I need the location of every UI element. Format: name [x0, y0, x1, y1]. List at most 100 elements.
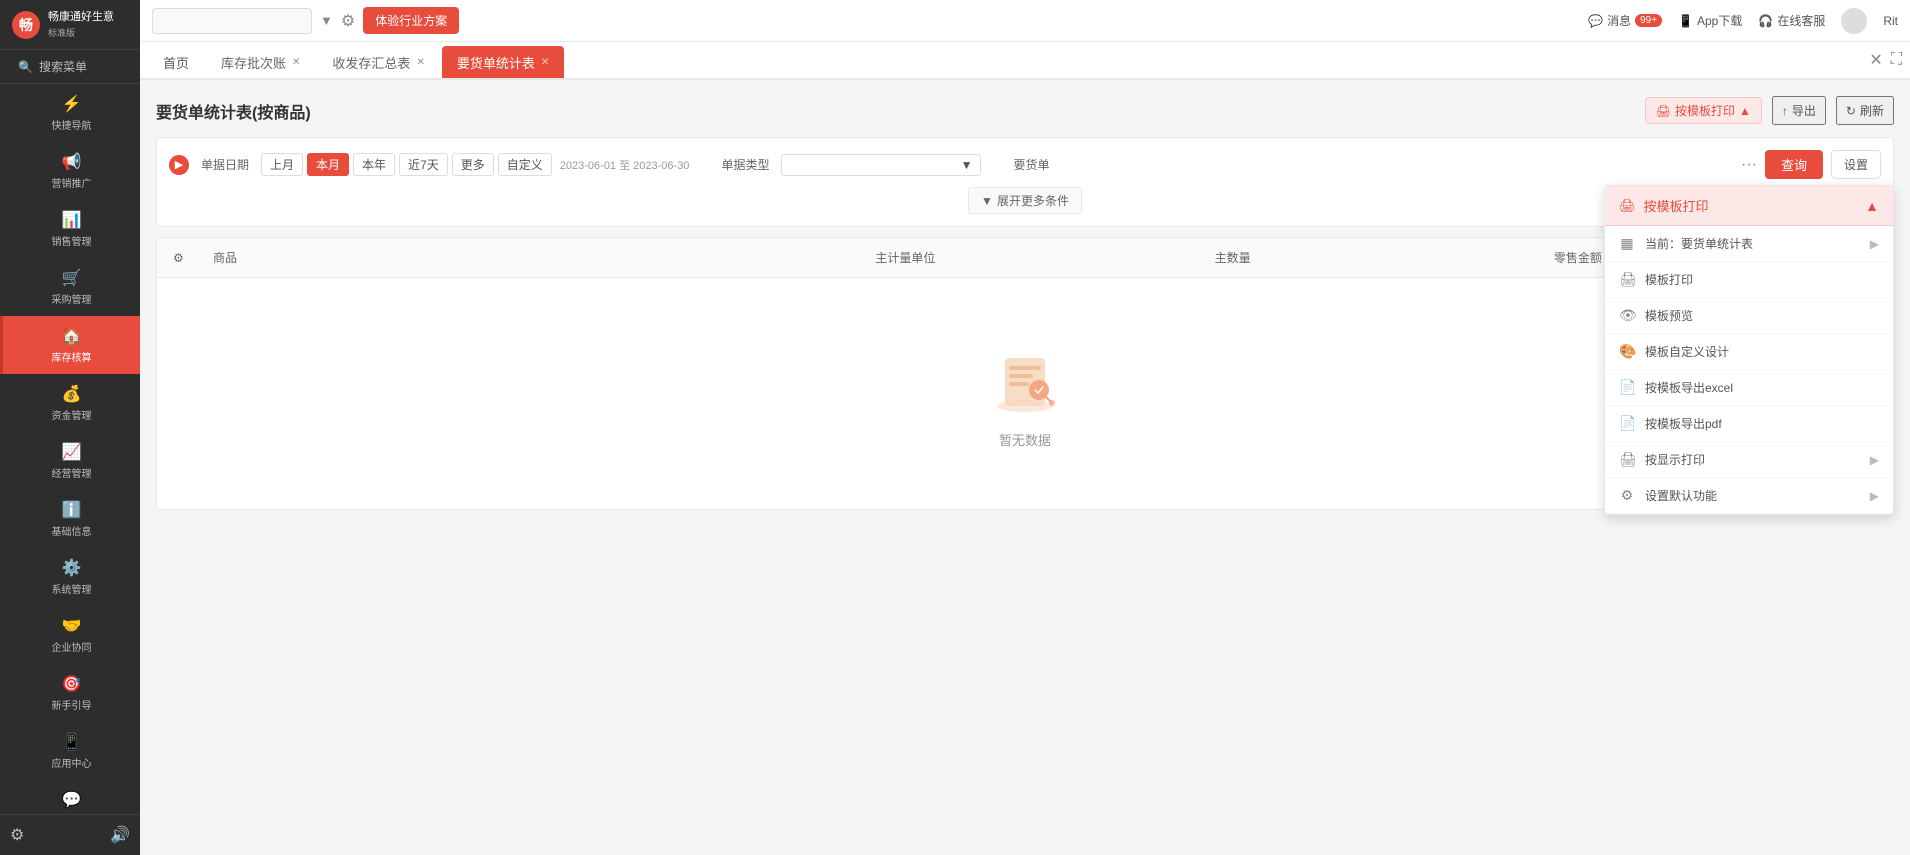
app-name: 畅康通好生意 — [48, 10, 114, 25]
display-print-arrow: ▶ — [1870, 453, 1879, 467]
dropdown-template-print[interactable]: 🖨 模板打印 — [1605, 262, 1893, 298]
sidebar-item-basic[interactable]: ℹ️ 基础信息 — [0, 490, 140, 548]
display-print-left: 🖨 按显示打印 — [1619, 451, 1705, 468]
tab-home-label: 首页 — [163, 53, 189, 72]
online-service-item[interactable]: 🎧 在线客服 — [1758, 12, 1825, 29]
tab-order-stats[interactable]: 要货单统计表 ✕ — [442, 46, 564, 78]
dropdown-template-preview[interactable]: 👁 模板预览 — [1605, 298, 1893, 334]
filter-more-options-button[interactable]: ··· — [1741, 156, 1757, 174]
system-label: 系统管理 — [52, 581, 92, 596]
date-range-display: 2023-06-01 至 2023-06-30 — [560, 157, 690, 173]
sidebar-logo: 畅 畅康通好生意 标准版 — [0, 0, 140, 50]
template-print-label: 模板打印 — [1645, 271, 1693, 288]
wechat-icon: 💬 — [62, 790, 82, 810]
tabbar: 首页 库存批次账 ✕ 收发存汇总表 ✕ 要货单统计表 ✕ ✕ ⛶ — [140, 42, 1910, 80]
sidebar-nav: ⚡ 快捷导航 📢 营销推广 📊 销售管理 🛒 采购管理 🏠 库存核算 💰 资金管… — [0, 84, 140, 814]
sidebar-item-wechat[interactable]: 💬 企业微信 — [0, 780, 140, 814]
sidebar-item-finance[interactable]: 💰 资金管理 — [0, 374, 140, 432]
expand-conditions-button[interactable]: ▼ 展开更多条件 — [968, 187, 1082, 214]
basic-label: 基础信息 — [52, 523, 92, 538]
sidebar-item-operations[interactable]: 📈 经营管理 — [0, 432, 140, 490]
topbar-search-input[interactable] — [152, 8, 312, 34]
content-area: 要货单统计表(按商品) 🖨 按模板打印 ▲ ↑ 导出 ↻ 刷新 — [140, 80, 1910, 855]
search-menu[interactable]: 🔍 搜索菜单 — [0, 50, 140, 84]
default-fn-label: 设置默认功能 — [1645, 487, 1717, 504]
display-print-icon: 🖨 — [1619, 451, 1635, 468]
date-current-month-btn[interactable]: 本月 — [307, 153, 349, 176]
tab-home[interactable]: 首页 — [148, 46, 204, 78]
finance-icon: 💰 — [62, 384, 82, 404]
tab-order-stats-close[interactable]: ✕ — [541, 57, 549, 68]
sidebar-item-purchase[interactable]: 🛒 采购管理 — [0, 258, 140, 316]
newbie-label: 新手引导 — [52, 697, 92, 712]
export-button[interactable]: ↑ 导出 — [1772, 96, 1826, 125]
th-qty: 主数量 — [1207, 249, 1546, 266]
topbar-settings-icon[interactable]: ⚙ — [341, 11, 355, 31]
dropdown-up-chevron[interactable]: ▲ — [1865, 198, 1879, 214]
filter-right-actions: ··· 查询 设置 — [1741, 150, 1881, 179]
date-prev-month-btn[interactable]: 上月 — [261, 153, 303, 176]
tab-fullscreen-button[interactable]: ⛶ — [1891, 50, 1902, 70]
dropdown-header: 🖨 按模板打印 ▲ — [1605, 186, 1893, 226]
inventory-icon: 🏠 — [62, 326, 82, 346]
tab-inventory-batch[interactable]: 库存批次账 ✕ — [206, 46, 315, 78]
sidebar-item-sales[interactable]: 📊 销售管理 — [0, 200, 140, 258]
purchase-label: 采购管理 — [52, 291, 92, 306]
user-avatar[interactable] — [1841, 8, 1867, 34]
newbie-icon: 🎯 — [62, 674, 82, 694]
order-goods-label: 要货单 — [1013, 156, 1049, 173]
sidebar-item-enterprise[interactable]: 🤝 企业协同 — [0, 606, 140, 664]
sidebar-item-inventory[interactable]: 🏠 库存核算 — [0, 316, 140, 374]
date-label: 单据日期 — [201, 156, 249, 173]
speaker-icon[interactable]: 🔊 — [110, 825, 130, 845]
display-print-label: 按显示打印 — [1645, 451, 1705, 468]
tab-inventory-batch-close[interactable]: ✕ — [292, 57, 300, 68]
date-last7-btn[interactable]: 近7天 — [399, 153, 448, 176]
sidebar: 畅 畅康通好生意 标准版 🔍 搜索菜单 ⚡ 快捷导航 📢 营销推广 📊 销售管理… — [0, 0, 140, 855]
industry-solution-button[interactable]: 体验行业方案 — [363, 7, 459, 34]
export-icon: ↑ — [1782, 104, 1788, 118]
export-label: 导出 — [1792, 102, 1816, 119]
tab-close-all-button[interactable]: ✕ — [1869, 50, 1882, 70]
sidebar-item-newbie[interactable]: 🎯 新手引导 — [0, 664, 140, 722]
sidebar-item-appstore[interactable]: 📱 应用中心 — [0, 722, 140, 780]
sidebar-item-marketing[interactable]: 📢 营销推广 — [0, 142, 140, 200]
dropdown-default-fn[interactable]: ⚙ 设置默认功能 ▶ — [1605, 478, 1893, 514]
marketing-label: 营销推广 — [52, 175, 92, 190]
order-type-select[interactable]: ▼ — [781, 154, 981, 176]
date-current-year-btn[interactable]: 本年 — [353, 153, 395, 176]
dropdown-template-excel[interactable]: 📄 按模板导出excel — [1605, 370, 1893, 406]
print-dropdown-menu: 🖨 按模板打印 ▲ ▦ 当前：要货单统计表 ▶ 🖨 模板打印 👁 模板预览 — [1604, 185, 1894, 515]
date-more-btn[interactable]: 更多 — [452, 153, 494, 176]
basic-icon: ℹ️ — [62, 500, 82, 520]
sidebar-item-system[interactable]: ⚙️ 系统管理 — [0, 548, 140, 606]
th-settings[interactable]: ⚙ — [165, 251, 205, 265]
tab-revenue-summary-close[interactable]: ✕ — [416, 57, 424, 68]
dropdown-display-print[interactable]: 🖨 按显示打印 ▶ — [1605, 442, 1893, 478]
tab-revenue-summary[interactable]: 收发存汇总表 ✕ — [317, 46, 439, 78]
app-download-item[interactable]: 📱 App下载 — [1678, 12, 1742, 29]
print-dropdown-chevron[interactable]: ▲ — [1739, 104, 1751, 118]
sidebar-item-quick-nav[interactable]: ⚡ 快捷导航 — [0, 84, 140, 142]
filter-settings-button[interactable]: 设置 — [1831, 150, 1881, 179]
refresh-button[interactable]: ↻ 刷新 — [1836, 96, 1894, 125]
current-template-label: 当前：要货单统计表 — [1645, 235, 1753, 252]
system-icon: ⚙️ — [62, 558, 82, 578]
dropdown-template-design[interactable]: 🎨 模板自定义设计 — [1605, 334, 1893, 370]
template-design-icon: 🎨 — [1619, 343, 1635, 360]
topbar-dropdown-icon[interactable]: ▼ — [320, 13, 333, 28]
th-unit: 主计量单位 — [867, 249, 1206, 266]
query-button[interactable]: 查询 — [1765, 150, 1823, 179]
dropdown-current-template[interactable]: ▦ 当前：要货单统计表 ▶ — [1605, 226, 1893, 262]
dropdown-template-pdf[interactable]: 📄 按模板导出pdf — [1605, 406, 1893, 442]
settings-icon[interactable]: ⚙ — [10, 825, 24, 845]
print-template-button[interactable]: 🖨 按模板打印 ▲ — [1645, 97, 1762, 124]
messages-item[interactable]: 💬 消息 99+ — [1588, 12, 1662, 29]
col-unit-label: 主计量单位 — [875, 251, 935, 265]
tab-inventory-batch-label: 库存批次账 — [221, 53, 286, 72]
date-custom-btn[interactable]: 自定义 — [498, 153, 552, 176]
expand-filter-icon[interactable]: ▶ — [169, 155, 189, 175]
order-type-chevron: ▼ — [961, 158, 973, 172]
col-qty-label: 主数量 — [1215, 251, 1251, 265]
expand-down-icon: ▼ — [981, 194, 993, 208]
